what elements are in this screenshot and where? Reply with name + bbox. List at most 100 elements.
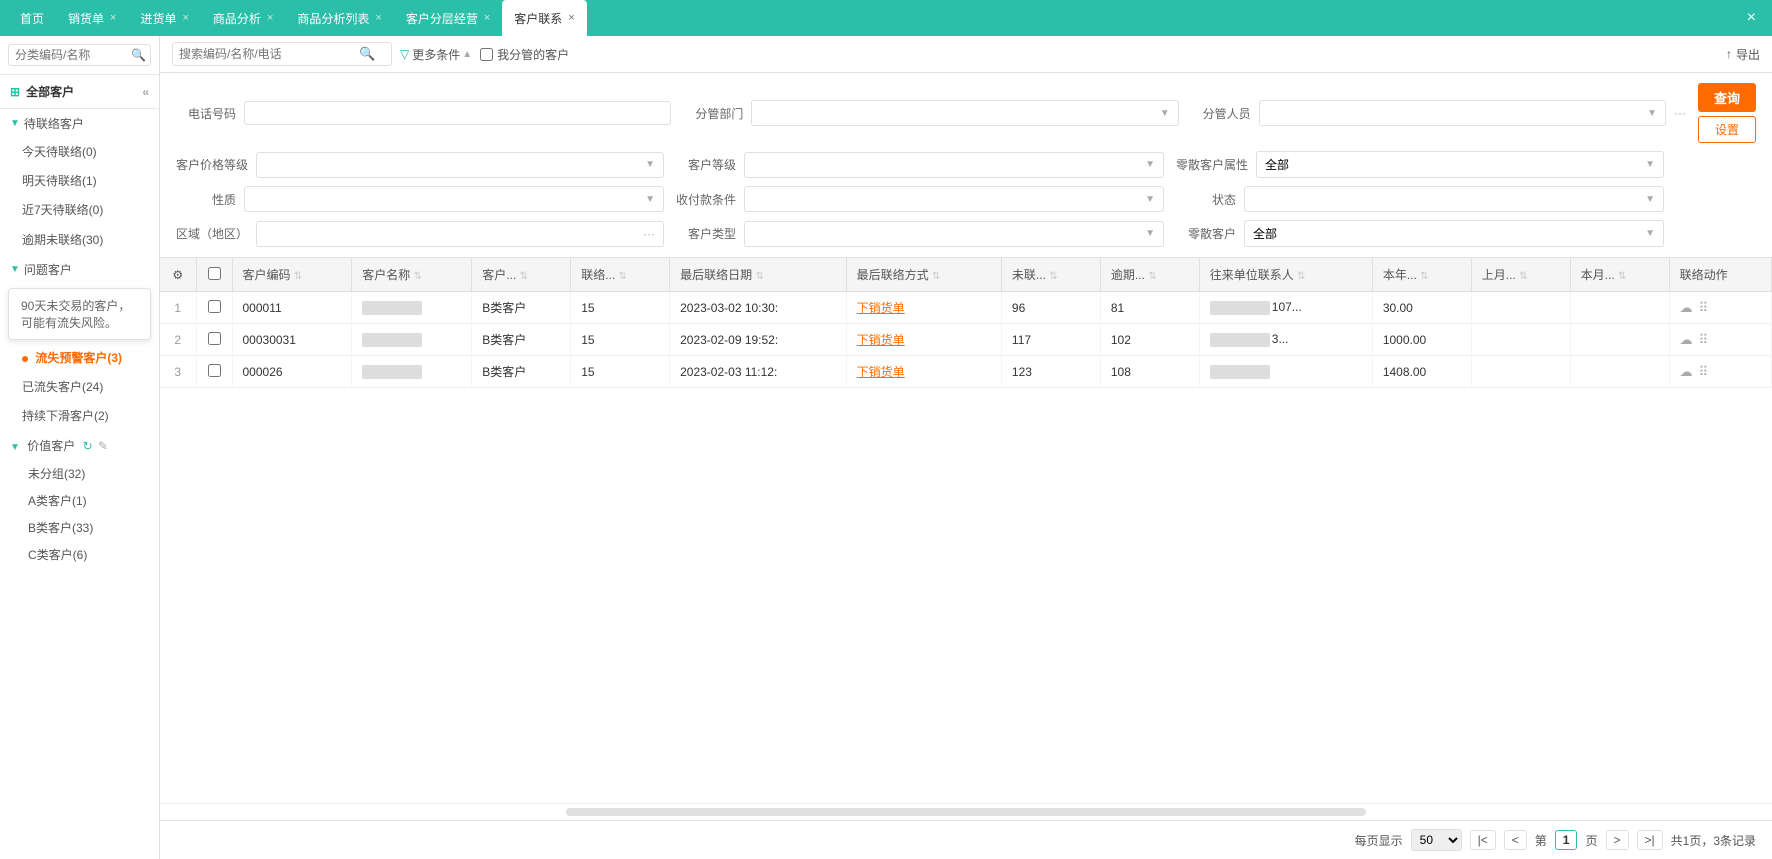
refresh-icon-value[interactable]: ↻	[83, 439, 93, 453]
col-checkbox[interactable]	[196, 258, 232, 292]
sidebar-item-tomorrow[interactable]: 明天待联络(1)	[0, 167, 159, 196]
filter-row-1: 电话号码 分管部门 ▼ 分管人员 ▼ ···	[176, 83, 1756, 143]
col-name-header[interactable]: 客户名称 ⇅	[352, 258, 472, 292]
action-chat-icon[interactable]: ☁	[1680, 300, 1693, 316]
query-button[interactable]: 查询	[1698, 83, 1756, 112]
search-submit-icon[interactable]: 🔍	[359, 46, 375, 62]
action-more-icon[interactable]: ⠿	[1699, 332, 1709, 348]
customer-type-select[interactable]: ▼	[744, 221, 1164, 247]
action-chat-icon[interactable]: ☁	[1680, 364, 1693, 380]
col-this-month-header[interactable]: 本月... ⇅	[1570, 258, 1669, 292]
price-level-select[interactable]: ▼	[256, 152, 664, 178]
sidebar-group-problem[interactable]: ▼ 问题客户	[0, 255, 159, 284]
sidebar-item-classA[interactable]: A类客户(1)	[0, 487, 159, 514]
page-prev-btn[interactable]: <	[1504, 830, 1527, 850]
page-last-btn[interactable]: >|	[1637, 830, 1663, 850]
dept-select[interactable]: ▼	[751, 100, 1178, 126]
payment-select[interactable]: ▼	[744, 186, 1164, 212]
sidebar-collapse-btn[interactable]: «	[142, 85, 149, 99]
page-first-btn[interactable]: |<	[1470, 830, 1496, 850]
action-chat-icon[interactable]: ☁	[1680, 332, 1693, 348]
col-last-method-header[interactable]: 最后联络方式 ⇅	[846, 258, 1001, 292]
sidebar-item-classC[interactable]: C类客户(6)	[0, 541, 159, 568]
region-select[interactable]: ···	[256, 221, 664, 247]
close-tab-customer-contact[interactable]: ×	[568, 12, 574, 24]
sidebar-item-ungrouped[interactable]: 未分组(32)	[0, 460, 159, 487]
col-no-contact-header[interactable]: 未联... ⇅	[1001, 258, 1100, 292]
sidebar-item-churn-warning[interactable]: 流失预警客户(3)	[0, 344, 159, 373]
sidebar-item-overdue[interactable]: 逾期未联络(30)	[0, 226, 159, 255]
cell-last-method[interactable]: 下销货单	[846, 324, 1001, 356]
close-tab-product-list[interactable]: ×	[375, 12, 381, 24]
my-customers-checkbox-wrap[interactable]: 我分管的客户	[480, 46, 569, 63]
scrollbar-thumb[interactable]	[566, 808, 1366, 816]
cell-name	[352, 324, 472, 356]
customer-level-select[interactable]: ▼	[744, 152, 1164, 178]
cell-checkbox[interactable]	[196, 356, 232, 388]
col-contact-count-header[interactable]: 联络... ⇅	[571, 258, 670, 292]
sidebar-item-7days[interactable]: 近7天待联络(0)	[0, 196, 159, 225]
tab-product-list[interactable]: 商品分析列表 ×	[285, 0, 393, 36]
region-more-icon[interactable]: ···	[643, 227, 655, 241]
col-this-year-header[interactable]: 本年... ⇅	[1372, 258, 1471, 292]
close-tab-customer-tier[interactable]: ×	[484, 12, 490, 24]
settings-button[interactable]: 设置	[1698, 116, 1756, 143]
tab-home[interactable]: 首页	[8, 0, 56, 36]
cell-last-method[interactable]: 下销货单	[846, 292, 1001, 324]
table-header-row: ⚙ 客户编码 ⇅ 客户名称 ⇅ 客户... ⇅ 联络... ⇅ 最后联络日期 ⇅…	[160, 258, 1772, 292]
sidebar-item-churned[interactable]: 已流失客户(24)	[0, 373, 159, 402]
col-settings[interactable]: ⚙	[160, 258, 196, 292]
retail-select[interactable]: 全部 ▼	[1244, 220, 1664, 247]
close-tab-sales[interactable]: ×	[110, 12, 116, 24]
cell-checkbox[interactable]	[196, 324, 232, 356]
col-overdue-header[interactable]: 逾期... ⇅	[1100, 258, 1199, 292]
sort-this-month-icon: ⇅	[1618, 271, 1626, 282]
filter-field-customer-level: 客户等级 ▼	[676, 152, 1164, 178]
per-page-select[interactable]: 50 100 200	[1411, 829, 1462, 851]
close-tab-product-analysis[interactable]: ×	[267, 12, 273, 24]
cell-checkbox[interactable]	[196, 292, 232, 324]
window-close-button[interactable]: ×	[1739, 9, 1764, 27]
person-select[interactable]: ▼	[1259, 100, 1666, 126]
search-input[interactable]	[179, 47, 359, 61]
nature-label: 性质	[176, 191, 236, 208]
filter-field-phone: 电话号码	[176, 101, 671, 125]
edit-icon-value[interactable]: ✎	[98, 439, 108, 453]
retail-attr-select[interactable]: 全部 ▼	[1256, 151, 1664, 178]
sidebar-all-customers[interactable]: ⊞ 全部客户 «	[0, 75, 159, 109]
col-type-header[interactable]: 客户... ⇅	[472, 258, 571, 292]
sidebar-item-classB[interactable]: B类客户(33)	[0, 514, 159, 541]
nature-select[interactable]: ▼	[244, 186, 664, 212]
person-more-icon[interactable]: ···	[1674, 106, 1686, 120]
col-last-month-header[interactable]: 上月... ⇅	[1471, 258, 1570, 292]
tab-customer-tier[interactable]: 客户分层经营 ×	[394, 0, 502, 36]
sidebar-search-icon[interactable]: 🔍	[131, 48, 146, 62]
sidebar-search-input[interactable]	[8, 44, 151, 66]
sidebar-item-declining[interactable]: 持续下滑客户(2)	[0, 402, 159, 431]
tab-sales[interactable]: 销货单 ×	[56, 0, 128, 36]
action-more-icon[interactable]: ⠿	[1699, 300, 1709, 316]
export-icon: ↑	[1726, 47, 1732, 61]
page-next-btn[interactable]: >	[1606, 830, 1629, 850]
tab-purchase[interactable]: 进货单 ×	[128, 0, 200, 36]
sidebar-group-pending[interactable]: ▼ 待联络客户	[0, 109, 159, 138]
tab-customer-contact[interactable]: 客户联系 ×	[502, 0, 586, 36]
filter-field-region: 区域（地区） ···	[176, 221, 664, 247]
phone-input[interactable]	[244, 101, 671, 125]
cell-last-method[interactable]: 下销货单	[846, 356, 1001, 388]
export-btn[interactable]: ↑ 导出	[1726, 46, 1760, 63]
close-tab-purchase[interactable]: ×	[182, 12, 188, 24]
status-select[interactable]: ▼	[1244, 186, 1664, 212]
my-customers-checkbox[interactable]	[480, 48, 493, 61]
sidebar-group-value[interactable]: ▼ 价值客户 ↻ ✎	[0, 431, 159, 460]
more-conditions-btn[interactable]: ▽ 更多条件 ▲	[400, 46, 472, 63]
action-more-icon[interactable]: ⠿	[1699, 364, 1709, 380]
col-last-date-header[interactable]: 最后联络日期 ⇅	[670, 258, 847, 292]
tab-product-analysis[interactable]: 商品分析 ×	[201, 0, 285, 36]
sidebar-item-today[interactable]: 今天待联络(0)	[0, 138, 159, 167]
select-all-checkbox[interactable]	[208, 267, 221, 280]
col-contact-person-header[interactable]: 往来单位联系人 ⇅	[1199, 258, 1372, 292]
dept-label: 分管部门	[683, 105, 743, 122]
horizontal-scrollbar[interactable]	[160, 803, 1772, 820]
col-code-header[interactable]: 客户编码 ⇅	[232, 258, 352, 292]
